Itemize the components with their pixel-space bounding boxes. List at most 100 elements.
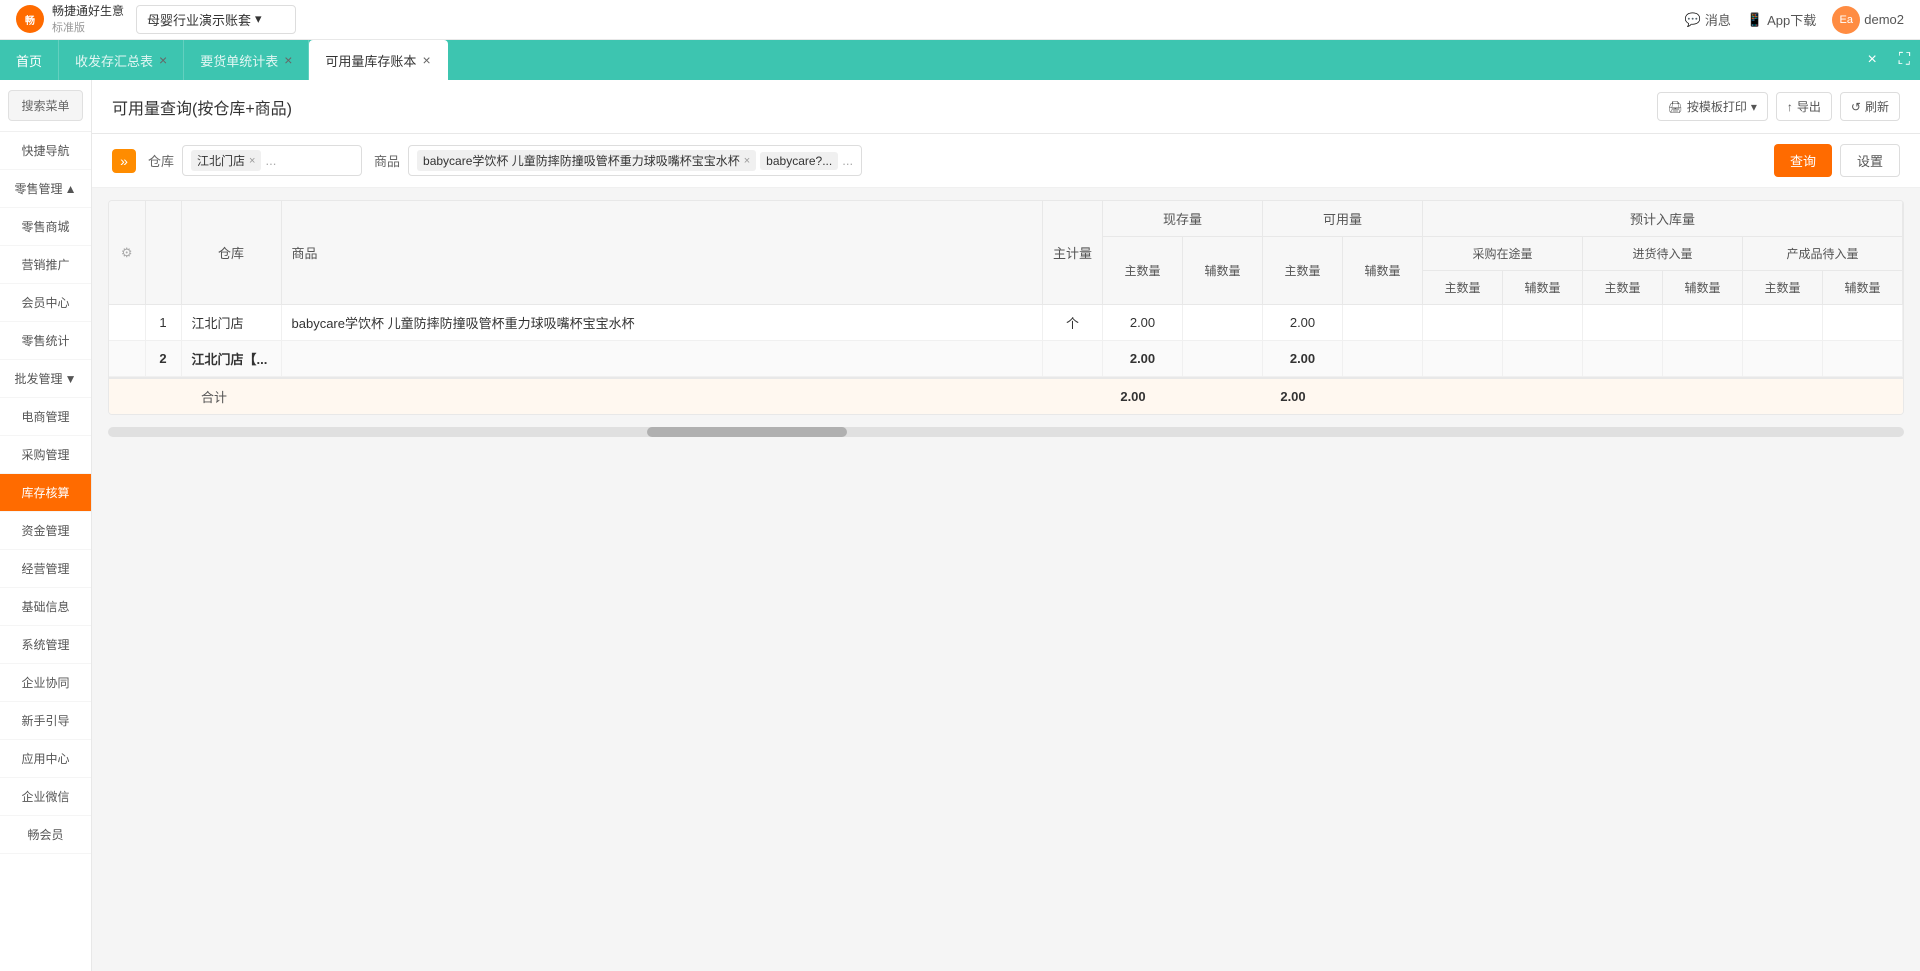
sidebar-item-retail-stats[interactable]: 零售统计 [0,322,91,360]
message-icon: 💬 [1685,12,1701,28]
cell-stock-aux [1183,341,1263,377]
username-label: demo2 [1864,12,1904,27]
warehouse-more-dots[interactable]: ... [265,153,276,168]
sidebar-item-inventory-mgmt[interactable]: 库存核算 [0,474,91,512]
warehouse-tag-close[interactable]: × [249,155,255,167]
warehouse-filter-input[interactable]: 江北门店 × ... [182,145,362,176]
sidebar-item-retail-mall[interactable]: 零售商城 [0,208,91,246]
tab-receive-summary-close[interactable]: × [159,52,167,68]
cell-stock-main: 2.00 [1103,305,1183,341]
cell-available-aux [1343,341,1423,377]
th-incoming-group: 进货待入量 [1583,237,1743,271]
export-label: 导出 [1797,98,1821,115]
arrow-icon: ▲ [65,182,77,196]
sidebar-search-area: 搜索菜单 [0,80,91,132]
sidebar-item-member-center[interactable]: 会员中心 [0,284,91,322]
sidebar-item-purchase-mgmt[interactable]: 采购管理 [0,436,91,474]
th-purchase-group: 采购在途量 [1423,237,1583,271]
page-header: 可用量查询(按仓库+商品) 🖨 按模板打印 ▾ ↑ 导出 ↺ 刷新 [92,80,1920,134]
logo-subtext: 标准版 [52,19,124,35]
page-title: 可用量查询(按仓库+商品) [112,95,292,119]
sidebar-item-enterprise-collab[interactable]: 企业协同 [0,664,91,702]
sidebar-item-finance-mgmt[interactable]: 资金管理 [0,512,91,550]
th-no [145,201,181,305]
product-more-dots[interactable]: ... [842,153,853,168]
tab-requisition-stats-label: 要货单统计表 [200,51,278,70]
cell-production-aux [1823,341,1903,377]
tab-home[interactable]: 首页 [0,40,59,80]
top-bar-right: 💬 消息 📱 App下载 Ea demo2 [1685,6,1904,34]
footer-label: 合计 [191,387,591,406]
sidebar-item-vip-member[interactable]: 畅会员 [0,816,91,854]
cell-incoming-aux [1663,341,1743,377]
tab-available-ledger-close[interactable]: × [422,52,430,68]
cell-incoming-main [1583,341,1663,377]
org-selector-label: 母婴行业演示账套 [147,10,251,29]
sidebar-item-marketing[interactable]: 营销推广 [0,246,91,284]
table-row: 1 江北门店 babycare学饮杯 儿童防摔防撞吸管杯重力球吸嘴杯宝宝水杯 个… [109,305,1903,341]
sidebar-item-wholesale-mgmt[interactable]: 批发管理 ▼ [0,360,91,398]
tab-requisition-stats[interactable]: 要货单统计表 × [184,40,309,80]
cell-product: babycare学饮杯 儿童防摔防撞吸管杯重力球吸嘴杯宝宝水杯 [281,305,1042,341]
search-menu-button[interactable]: 搜索菜单 [8,90,83,121]
refresh-button[interactable]: ↺ 刷新 [1840,92,1900,121]
product-filter-input[interactable]: babycare学饮杯 儿童防摔防撞吸管杯重力球吸嘴杯宝宝水杯 × babyca… [408,145,862,176]
refresh-label: 刷新 [1865,98,1889,115]
logo-icon: 畅 [16,5,44,33]
product-filter-label: 商品 [374,151,400,170]
cell-warehouse: 江北门店【... [181,341,281,377]
logo-text: 畅捷通好生意 [52,4,124,18]
tab-home-label: 首页 [16,51,42,70]
app-download-button[interactable]: 📱 App下载 [1747,10,1816,29]
org-selector[interactable]: 母婴行业演示账套 ▾ [136,5,296,34]
cell-available-main: 2.00 [1263,341,1343,377]
expand-tabs-button[interactable]: ⛶ [1889,40,1920,80]
user-area[interactable]: Ea demo2 [1832,6,1904,34]
settings-button[interactable]: 设置 [1840,144,1900,177]
page-actions: 🖨 按模板打印 ▾ ↑ 导出 ↺ 刷新 [1657,92,1900,121]
main-layout: 搜索菜单 快捷导航 零售管理 ▲ 零售商城 营销推广 会员中心 零售统计 批发管… [0,80,1920,971]
table-horizontal-scrollbar[interactable] [108,427,1904,437]
th-purchase-main: 主数量 [1423,271,1503,305]
product-tag-1-close[interactable]: × [744,155,750,167]
close-all-tabs-button[interactable]: × [1855,40,1888,80]
printer-icon: 🖨 [1668,100,1683,114]
logo-area: 畅 畅捷通好生意 标准版 [16,4,124,34]
th-settings[interactable]: ⚙ [109,201,145,305]
table-scrollbar-thumb[interactable] [647,427,847,437]
template-print-button[interactable]: 🖨 按模板打印 ▾ [1657,92,1768,121]
cell-unit: 个 [1042,305,1102,341]
sidebar-item-app-center[interactable]: 应用中心 [0,740,91,778]
sidebar-item-enterprise-wechat[interactable]: 企业微信 [0,778,91,816]
export-button[interactable]: ↑ 导出 [1776,92,1832,121]
th-warehouse: 仓库 [181,201,281,305]
cell-available-aux [1343,305,1423,341]
sidebar: 搜索菜单 快捷导航 零售管理 ▲ 零售商城 营销推广 会员中心 零售统计 批发管… [0,80,92,971]
sidebar-item-system-mgmt[interactable]: 系统管理 [0,626,91,664]
sidebar-quick-nav[interactable]: 快捷导航 [0,132,91,170]
message-button[interactable]: 💬 消息 [1685,10,1731,29]
chevron-down-icon-2: ▾ [1751,100,1757,114]
inventory-table: ⚙ 仓库 商品 主计量 现存量 [109,201,1903,377]
table-header-row-1: ⚙ 仓库 商品 主计量 现存量 [109,201,1903,237]
product-filter-group: 商品 babycare学饮杯 儿童防摔防撞吸管杯重力球吸嘴杯宝宝水杯 × bab… [374,145,862,176]
refresh-icon: ↺ [1851,100,1861,114]
th-stock-main: 主数量 [1103,237,1183,305]
footer-stock-main: 2.00 [1093,389,1173,404]
top-bar-left: 畅 畅捷通好生意 标准版 母婴行业演示账套 ▾ [16,4,296,34]
sidebar-item-ecommerce-mgmt[interactable]: 电商管理 [0,398,91,436]
product-tag-1: babycare学饮杯 儿童防摔防撞吸管杯重力球吸嘴杯宝宝水杯 × [417,150,756,171]
cell-incoming-aux [1663,305,1743,341]
th-purchase-aux: 辅数量 [1503,271,1583,305]
tab-available-ledger[interactable]: 可用量库存账本 × [309,40,447,80]
filter-toggle-button[interactable]: » [112,149,136,173]
sidebar-item-business-mgmt[interactable]: 经营管理 [0,550,91,588]
app-download-label: App下载 [1767,10,1816,29]
tab-requisition-stats-close[interactable]: × [284,52,292,68]
th-incoming-aux: 辅数量 [1663,271,1743,305]
sidebar-item-retail-mgmt[interactable]: 零售管理 ▲ [0,170,91,208]
query-button[interactable]: 查询 [1774,144,1832,177]
tab-receive-summary[interactable]: 收发存汇总表 × [59,40,184,80]
sidebar-item-basic-info[interactable]: 基础信息 [0,588,91,626]
sidebar-item-new-guide[interactable]: 新手引导 [0,702,91,740]
